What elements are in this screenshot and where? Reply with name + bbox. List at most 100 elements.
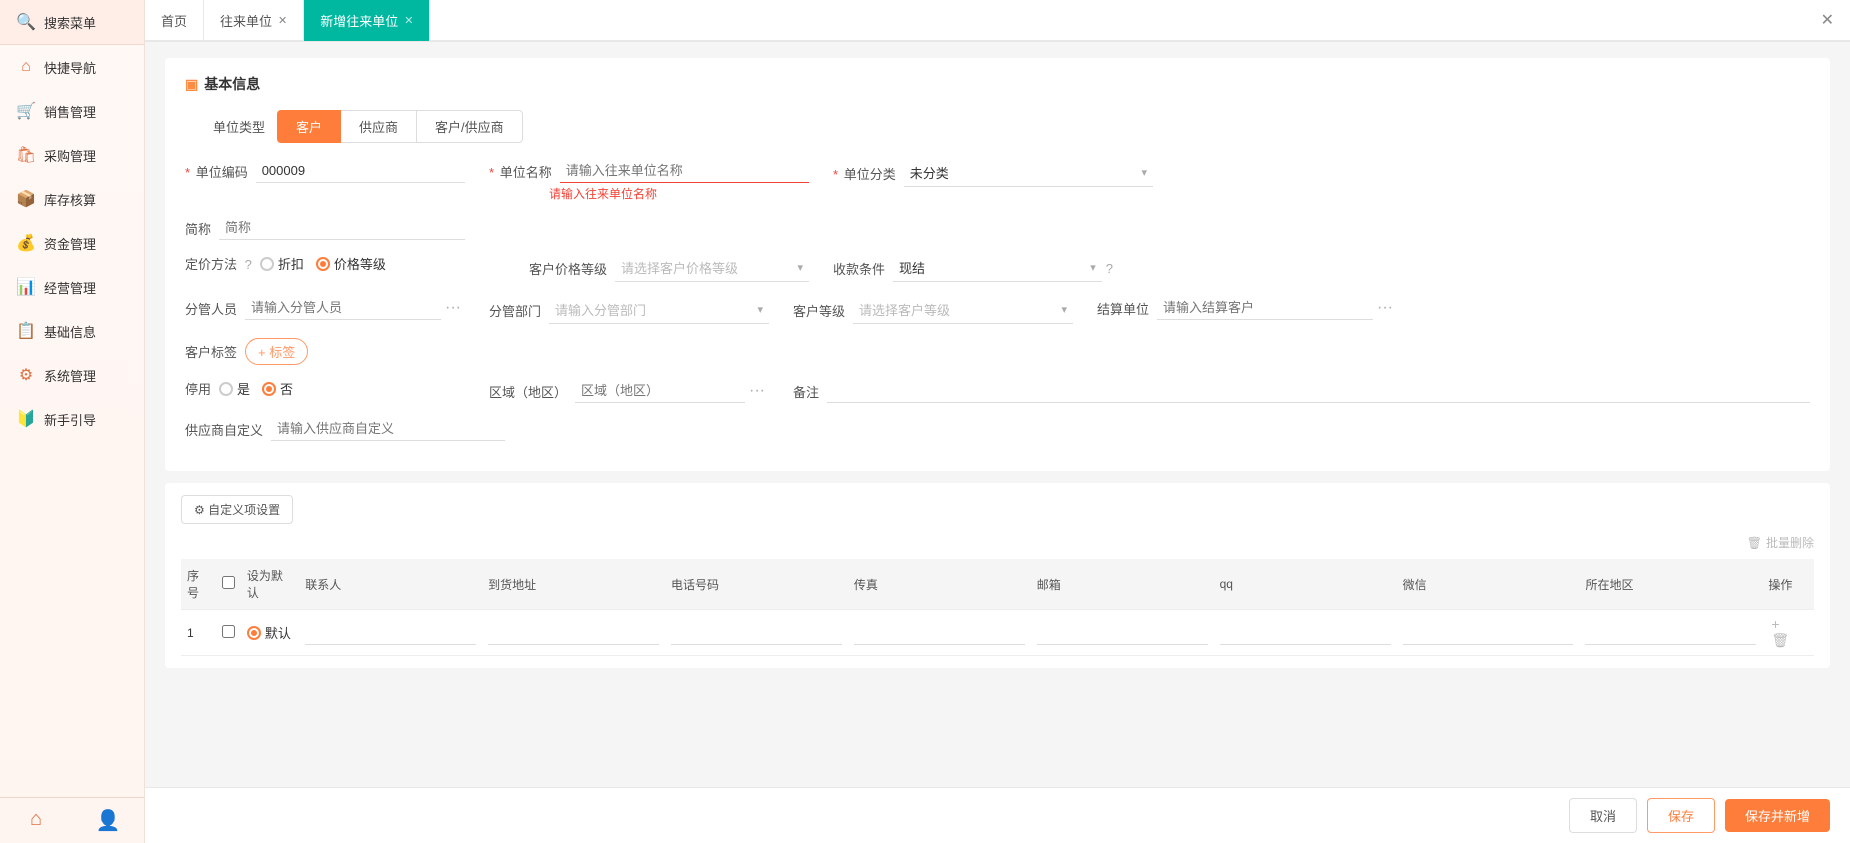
tab-new-partner-close[interactable]: ✕: [404, 14, 413, 27]
manager-label: 分管人员: [185, 299, 237, 318]
location-input[interactable]: [1585, 621, 1756, 645]
unit-code-input[interactable]: [256, 159, 465, 183]
sidebar-item-operations[interactable]: 📊 经营管理: [0, 265, 144, 309]
sidebar-item-system[interactable]: ⚙ 系统管理: [0, 353, 144, 397]
cpl-select[interactable]: 请选择客户价格等级 ▾: [615, 254, 809, 282]
unit-type-row: 单位类型 客户 供应商 客户/供应商: [185, 110, 1810, 143]
td-qq[interactable]: [1214, 610, 1397, 656]
add-row-btn[interactable]: +: [1771, 616, 1779, 632]
save-add-button[interactable]: 保存并新增: [1725, 799, 1830, 832]
window-close-button[interactable]: ✕: [1805, 10, 1850, 30]
qq-input[interactable]: [1220, 621, 1391, 645]
contact-input[interactable]: [305, 621, 476, 645]
field-department: 分管部门 请输入分管部门 ▾: [489, 296, 769, 324]
sidebar-label-sales: 销售管理: [44, 102, 96, 121]
sidebar-label-inventory: 库存核算: [44, 190, 96, 209]
sales-icon: 🛒: [16, 101, 36, 121]
system-icon: ⚙: [16, 365, 36, 385]
default-radio[interactable]: 默认: [247, 623, 293, 642]
th-location: 所在地区: [1579, 559, 1762, 610]
batch-delete-btn[interactable]: 🗑 批量删除: [1747, 534, 1814, 551]
pricing-radio-level[interactable]: 价格等级: [316, 254, 386, 273]
sidebar: 🔍 搜索菜单 ⌂ 快捷导航 🛒 销售管理 🛍 采购管理 📦 库存核算 💰 资金管…: [0, 0, 145, 843]
address-input[interactable]: [488, 621, 659, 645]
sidebar-item-quicknav[interactable]: ⌂ 快捷导航: [0, 45, 144, 89]
td-contact[interactable]: [299, 610, 482, 656]
tab-new-partner-label: 新增往来单位: [320, 11, 398, 30]
pt-select[interactable]: 现结 ▾: [893, 254, 1102, 282]
sc-label: 供应商自定义: [185, 420, 263, 439]
row-unit-code-name-cat: * 单位编码 * 单位名称 请输入往来单位名称: [185, 159, 1810, 202]
td-action: + 🗑: [1762, 610, 1814, 656]
no-radio-circle: [262, 382, 276, 396]
dept-label: 分管部门: [489, 301, 541, 320]
sidebar-home-btn[interactable]: ⌂: [0, 798, 72, 843]
sidebar-user-btn[interactable]: 👤: [72, 798, 144, 843]
sidebar-item-finance[interactable]: 💰 资金管理: [0, 221, 144, 265]
region-input[interactable]: [575, 379, 745, 403]
tab-home[interactable]: 首页: [145, 0, 204, 41]
field-customer-level: 客户等级 请选择客户等级 ▾: [793, 296, 1073, 324]
cl-select[interactable]: 请选择客户等级 ▾: [853, 296, 1073, 324]
pricing-help-icon[interactable]: ?: [245, 257, 252, 272]
pricing-radio-discount[interactable]: 折扣: [260, 254, 304, 273]
wechat-input[interactable]: [1403, 621, 1574, 645]
phone-input[interactable]: [671, 621, 842, 645]
form-content: ▣ 基本信息 单位类型 客户 供应商 客户/供应商 * 单位编码: [145, 42, 1850, 787]
td-wechat[interactable]: [1397, 610, 1580, 656]
email-input[interactable]: [1037, 621, 1208, 645]
td-email[interactable]: [1031, 610, 1214, 656]
save-button[interactable]: 保存: [1647, 798, 1715, 833]
su-more-btn[interactable]: ···: [1373, 299, 1397, 317]
type-btn-supplier[interactable]: 供应商: [341, 110, 416, 143]
unit-cat-select[interactable]: 未分类 ▾: [904, 159, 1153, 187]
tab-partners-close[interactable]: ✕: [278, 14, 287, 27]
tab-partners[interactable]: 往来单位 ✕: [204, 0, 304, 41]
manager-input[interactable]: [245, 296, 441, 320]
select-all-checkbox[interactable]: [222, 576, 235, 589]
manager-more-btn[interactable]: ···: [441, 299, 465, 317]
field-unit-code: * 单位编码: [185, 159, 465, 183]
table-toolbar: 🗑 批量删除: [181, 534, 1814, 551]
sidebar-item-basic[interactable]: 📋 基础信息: [0, 309, 144, 353]
add-tag-btn[interactable]: + 标签: [245, 338, 308, 365]
inventory-icon: 📦: [16, 189, 36, 209]
su-input[interactable]: [1157, 296, 1373, 320]
sidebar-item-sales[interactable]: 🛒 销售管理: [0, 89, 144, 133]
sidebar-item-purchase[interactable]: 🛍 采购管理: [0, 133, 144, 177]
type-btn-both[interactable]: 客户/供应商: [416, 110, 523, 143]
custom-settings-btn[interactable]: ⚙ 自定义项设置: [181, 495, 293, 524]
purchase-icon: 🛍: [16, 145, 36, 165]
field-customer-tag: 客户标签 + 标签: [185, 338, 1810, 365]
delete-row-btn[interactable]: 🗑: [1771, 632, 1789, 648]
remark-input[interactable]: [827, 379, 1810, 403]
disabled-radio-no[interactable]: 否: [262, 379, 293, 398]
unit-name-input[interactable]: [560, 159, 809, 183]
region-more-btn[interactable]: ···: [745, 382, 769, 400]
field-settlement-unit: 结算单位 ···: [1097, 296, 1397, 320]
basic-info-card: ▣ 基本信息 单位类型 客户 供应商 客户/供应商 * 单位编码: [165, 58, 1830, 471]
dept-select[interactable]: 请输入分管部门 ▾: [549, 296, 769, 324]
pt-label: 收款条件: [833, 259, 885, 278]
cancel-button[interactable]: 取消: [1569, 798, 1637, 833]
td-fax[interactable]: [848, 610, 1031, 656]
short-name-input[interactable]: [219, 216, 465, 240]
yes-label: 是: [237, 379, 250, 398]
unit-name-label: * 单位名称: [489, 162, 552, 181]
level-label: 价格等级: [334, 254, 386, 273]
tab-new-partner[interactable]: 新增往来单位 ✕: [304, 0, 430, 41]
pt-help-icon[interactable]: ?: [1106, 261, 1113, 276]
td-address[interactable]: [482, 610, 665, 656]
row-checkbox[interactable]: [222, 625, 235, 638]
disabled-radio-yes[interactable]: 是: [219, 379, 250, 398]
type-btn-customer[interactable]: 客户: [277, 110, 341, 143]
fax-input[interactable]: [854, 621, 1025, 645]
sidebar-item-newbie[interactable]: 🔰 新手引导: [0, 397, 144, 441]
td-phone[interactable]: [665, 610, 848, 656]
td-location[interactable]: [1579, 610, 1762, 656]
sidebar-item-search[interactable]: 🔍 搜索菜单: [0, 0, 144, 45]
field-remark: 备注: [793, 379, 1810, 403]
sidebar-item-inventory[interactable]: 📦 库存核算: [0, 177, 144, 221]
search-icon: 🔍: [16, 12, 36, 32]
sc-input[interactable]: [271, 417, 505, 441]
